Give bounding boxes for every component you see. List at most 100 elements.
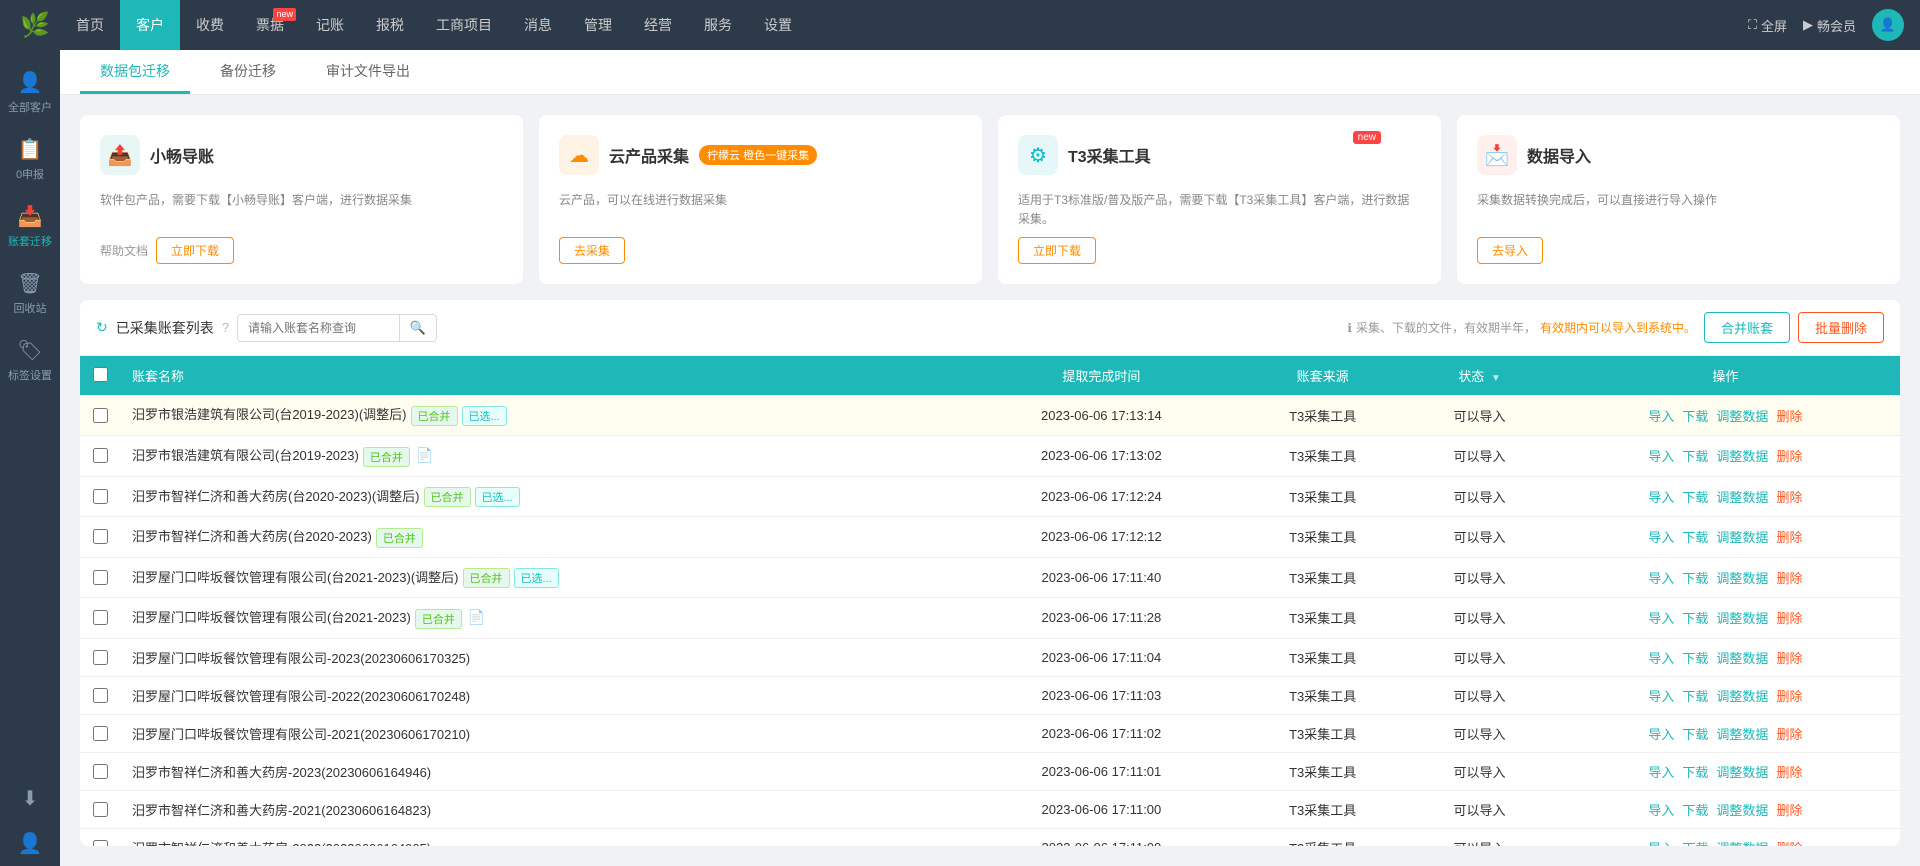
action-下载[interactable]: 下载 <box>1682 803 1708 818</box>
action-下载[interactable]: 下载 <box>1682 611 1708 626</box>
action-调整数据[interactable]: 调整数据 <box>1716 571 1768 586</box>
action-调整数据[interactable]: 调整数据 <box>1716 651 1768 666</box>
action-下载[interactable]: 下载 <box>1682 727 1708 742</box>
row-checkbox[interactable] <box>93 529 108 544</box>
tab-data-migration[interactable]: 数据包迁移 <box>80 51 190 94</box>
download-button[interactable]: 立即下载 <box>156 237 234 264</box>
action-导入[interactable]: 导入 <box>1648 765 1674 780</box>
action-下载[interactable]: 下载 <box>1682 689 1708 704</box>
row-checkbox[interactable] <box>93 764 108 779</box>
checkbox-header[interactable] <box>80 356 120 395</box>
help-doc-link[interactable]: 帮助文档 <box>100 242 148 259</box>
nav-item-home[interactable]: 首页 <box>60 0 120 50</box>
row-checkbox[interactable] <box>93 802 108 817</box>
help-icon[interactable]: ? <box>222 320 229 335</box>
batch-delete-button[interactable]: 批量删除 <box>1798 312 1884 343</box>
action-导入[interactable]: 导入 <box>1648 571 1674 586</box>
action-导入[interactable]: 导入 <box>1648 611 1674 626</box>
nav-item-message[interactable]: 消息 <box>508 0 568 50</box>
action-下载[interactable]: 下载 <box>1682 765 1708 780</box>
action-下载[interactable]: 下载 <box>1682 530 1708 545</box>
action-调整数据[interactable]: 调整数据 <box>1716 611 1768 626</box>
sidebar-item-download[interactable]: ⬇ <box>14 776 47 821</box>
action-调整数据[interactable]: 调整数据 <box>1716 449 1768 464</box>
row-checkbox[interactable] <box>93 489 108 504</box>
nav-item-service[interactable]: 服务 <box>688 0 748 50</box>
sort-icon[interactable]: ▼ <box>1491 373 1501 384</box>
action-调整数据[interactable]: 调整数据 <box>1716 841 1768 846</box>
tab-audit-export[interactable]: 审计文件导出 <box>306 51 430 94</box>
nav-item-operation[interactable]: 经营 <box>628 0 688 50</box>
search-input[interactable] <box>238 316 399 340</box>
action-删除[interactable]: 删除 <box>1776 490 1802 505</box>
merge-button[interactable]: 合并账套 <box>1704 312 1790 343</box>
nav-item-invoice[interactable]: 票据new <box>240 0 300 50</box>
sidebar-item-tag-settings[interactable]: 🏷 标签设置 <box>0 328 60 393</box>
action-导入[interactable]: 导入 <box>1648 449 1674 464</box>
action-调整数据[interactable]: 调整数据 <box>1716 530 1768 545</box>
action-删除[interactable]: 删除 <box>1776 571 1802 586</box>
refresh-icon[interactable]: ↻ <box>96 319 108 336</box>
action-删除[interactable]: 删除 <box>1776 689 1802 704</box>
sidebar-item-recycle[interactable]: 🗑 回收站 <box>0 261 60 326</box>
user-avatar[interactable]: 👤 <box>1872 9 1904 41</box>
row-checkbox[interactable] <box>93 448 108 463</box>
action-导入[interactable]: 导入 <box>1648 841 1674 846</box>
action-导入[interactable]: 导入 <box>1648 409 1674 424</box>
action-导入[interactable]: 导入 <box>1648 651 1674 666</box>
action-调整数据[interactable]: 调整数据 <box>1716 803 1768 818</box>
nav-item-business[interactable]: 工商项目 <box>420 0 508 50</box>
select-all-checkbox[interactable] <box>93 367 108 382</box>
action-导入[interactable]: 导入 <box>1648 803 1674 818</box>
tab-backup-migration[interactable]: 备份迁移 <box>200 51 296 94</box>
nav-item-bookkeeping[interactable]: 记账 <box>300 0 360 50</box>
member-button[interactable]: ▶ 畅会员 <box>1803 16 1856 35</box>
row-checkbox[interactable] <box>93 840 108 846</box>
action-删除[interactable]: 删除 <box>1776 765 1802 780</box>
action-下载[interactable]: 下载 <box>1682 449 1708 464</box>
action-下载[interactable]: 下载 <box>1682 841 1708 846</box>
nav-item-fee[interactable]: 收费 <box>180 0 240 50</box>
action-导入[interactable]: 导入 <box>1648 530 1674 545</box>
action-调整数据[interactable]: 调整数据 <box>1716 490 1768 505</box>
action-导入[interactable]: 导入 <box>1648 490 1674 505</box>
row-checkbox[interactable] <box>93 650 108 665</box>
action-删除[interactable]: 删除 <box>1776 611 1802 626</box>
action-下载[interactable]: 下载 <box>1682 409 1708 424</box>
action-下载[interactable]: 下载 <box>1682 571 1708 586</box>
action-删除[interactable]: 删除 <box>1776 449 1802 464</box>
row-checkbox[interactable] <box>93 688 108 703</box>
download-t3-button[interactable]: 立即下载 <box>1018 237 1096 264</box>
action-删除[interactable]: 删除 <box>1776 727 1802 742</box>
fullscreen-button[interactable]: ⛶ 全屏 <box>1748 16 1787 35</box>
action-调整数据[interactable]: 调整数据 <box>1716 727 1768 742</box>
row-checkbox[interactable] <box>93 570 108 585</box>
action-删除[interactable]: 删除 <box>1776 530 1802 545</box>
nav-item-tax[interactable]: 报税 <box>360 0 420 50</box>
file-icon: 📄 <box>416 447 433 463</box>
collect-button[interactable]: 去采集 <box>559 237 625 264</box>
sidebar-item-zero-declare[interactable]: 📋 0申报 <box>0 127 60 192</box>
sidebar-item-account-migration[interactable]: 📥 账套迁移 <box>0 194 60 259</box>
action-调整数据[interactable]: 调整数据 <box>1716 409 1768 424</box>
sidebar-item-all-clients[interactable]: 👤 全部客户 <box>0 60 60 125</box>
search-button[interactable]: 🔍 <box>399 315 436 341</box>
nav-item-settings[interactable]: 设置 <box>748 0 808 50</box>
action-导入[interactable]: 导入 <box>1648 727 1674 742</box>
action-删除[interactable]: 删除 <box>1776 841 1802 846</box>
action-删除[interactable]: 删除 <box>1776 409 1802 424</box>
action-删除[interactable]: 删除 <box>1776 651 1802 666</box>
action-调整数据[interactable]: 调整数据 <box>1716 689 1768 704</box>
nav-item-client[interactable]: 客户 <box>120 0 180 50</box>
row-checkbox[interactable] <box>93 610 108 625</box>
nav-item-manage[interactable]: 管理 <box>568 0 628 50</box>
row-checkbox[interactable] <box>93 726 108 741</box>
action-删除[interactable]: 删除 <box>1776 803 1802 818</box>
row-checkbox[interactable] <box>93 408 108 423</box>
action-调整数据[interactable]: 调整数据 <box>1716 765 1768 780</box>
action-导入[interactable]: 导入 <box>1648 689 1674 704</box>
import-button[interactable]: 去导入 <box>1477 237 1543 264</box>
action-下载[interactable]: 下载 <box>1682 651 1708 666</box>
sidebar-item-account[interactable]: 👤 <box>14 821 47 866</box>
action-下载[interactable]: 下载 <box>1682 490 1708 505</box>
